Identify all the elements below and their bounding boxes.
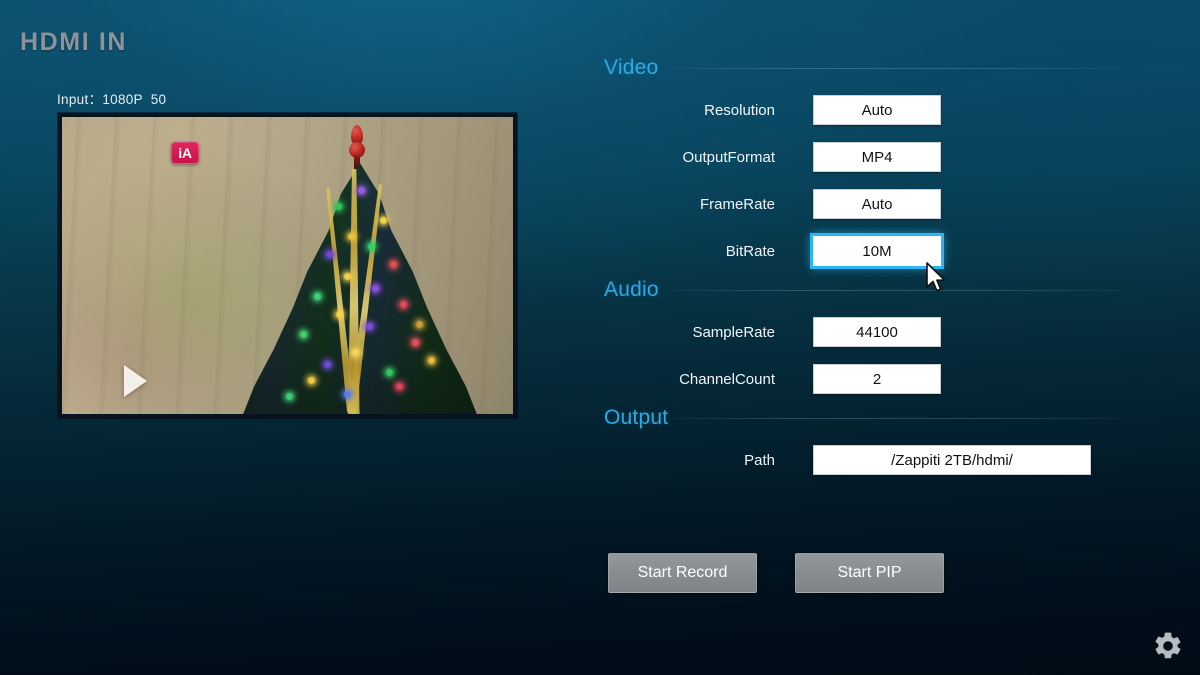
tree-light xyxy=(352,349,359,356)
tree-light xyxy=(386,369,393,376)
section-divider xyxy=(670,418,1120,419)
section-title-audio: Audio xyxy=(604,278,659,301)
field-label-channelcount: ChannelCount xyxy=(679,371,775,388)
page-title: HDMI IN xyxy=(20,28,128,56)
field-label-bitrate: BitRate xyxy=(725,243,775,260)
tree-light xyxy=(380,217,387,224)
tree-light xyxy=(300,331,307,338)
tree-light xyxy=(286,393,293,400)
tree-light xyxy=(428,357,435,364)
video-preview-surface: iA xyxy=(62,117,513,414)
field-label-resolution: Resolution xyxy=(704,102,775,119)
tree-light xyxy=(366,323,373,330)
tree-light xyxy=(412,339,419,346)
tree-light xyxy=(344,391,351,398)
hdmi-in-screen: HDMI IN Input：1080P 50 iA Video Resoluti… xyxy=(0,0,1200,675)
tree-light xyxy=(308,377,315,384)
tree-light xyxy=(416,321,423,328)
tree-light xyxy=(335,203,342,210)
tree-light xyxy=(358,187,365,194)
field-label-path: Path xyxy=(744,452,775,469)
field-label-outputformat: OutputFormat xyxy=(682,149,775,166)
tree-light xyxy=(348,233,355,240)
field-value-framerate[interactable]: Auto xyxy=(813,189,941,219)
tree-topper-ornament xyxy=(348,125,366,171)
field-value-outputformat[interactable]: MP4 xyxy=(813,142,941,172)
section-divider xyxy=(670,68,1120,69)
field-value-resolution[interactable]: Auto xyxy=(813,95,941,125)
section-divider xyxy=(670,290,1120,291)
tree-light xyxy=(324,361,331,368)
settings-panel: Video Resolution Auto OutputFormat MP4 FrameR… xyxy=(600,56,1120,487)
tree-light xyxy=(336,311,343,318)
section-header-output: Output xyxy=(600,406,1120,436)
field-row-channelcount: ChannelCount 2 xyxy=(600,359,1120,406)
video-preview[interactable]: iA xyxy=(58,113,517,418)
tree-light xyxy=(326,251,333,258)
start-pip-button[interactable]: Start PIP xyxy=(795,553,944,593)
tree-light xyxy=(396,383,403,390)
christmas-tree-graphic xyxy=(240,125,480,414)
field-row-samplerate: SampleRate 44100 xyxy=(600,312,1120,359)
field-label-samplerate: SampleRate xyxy=(692,324,775,341)
section-title-video: Video xyxy=(604,56,659,79)
channel-badge: iA xyxy=(171,142,199,164)
gear-icon[interactable] xyxy=(1152,630,1184,662)
section-header-audio: Audio xyxy=(600,278,1120,308)
field-row-bitrate: BitRate 10M xyxy=(600,231,1120,278)
tree-light xyxy=(314,293,321,300)
field-row-outputformat: OutputFormat MP4 xyxy=(600,137,1120,184)
field-row-framerate: FrameRate Auto xyxy=(600,184,1120,231)
tree-light xyxy=(400,301,407,308)
field-row-path: Path/Zappiti 2TB/hdmi/ xyxy=(600,440,1120,487)
section-header-video: Video xyxy=(600,56,1120,86)
field-value-bitrate[interactable]: 10M xyxy=(810,233,944,269)
tree-light xyxy=(390,261,397,268)
input-signal-info: Input：1080P 50 xyxy=(57,92,167,107)
action-button-bar: Start Record Start PIP xyxy=(608,553,1008,593)
field-value-path[interactable]: /Zappiti 2TB/hdmi/ xyxy=(813,445,1091,475)
field-value-channelcount[interactable]: 2 xyxy=(813,364,941,394)
play-triangle-icon[interactable] xyxy=(124,365,147,397)
field-value-samplerate[interactable]: 44100 xyxy=(813,317,941,347)
tree-light xyxy=(368,243,375,250)
tree-light xyxy=(344,273,351,280)
tree-light xyxy=(372,285,379,292)
section-title-output: Output xyxy=(604,406,669,429)
field-row-resolution: Resolution Auto xyxy=(600,90,1120,137)
field-label-framerate: FrameRate xyxy=(699,196,775,213)
start-record-button[interactable]: Start Record xyxy=(608,553,757,593)
